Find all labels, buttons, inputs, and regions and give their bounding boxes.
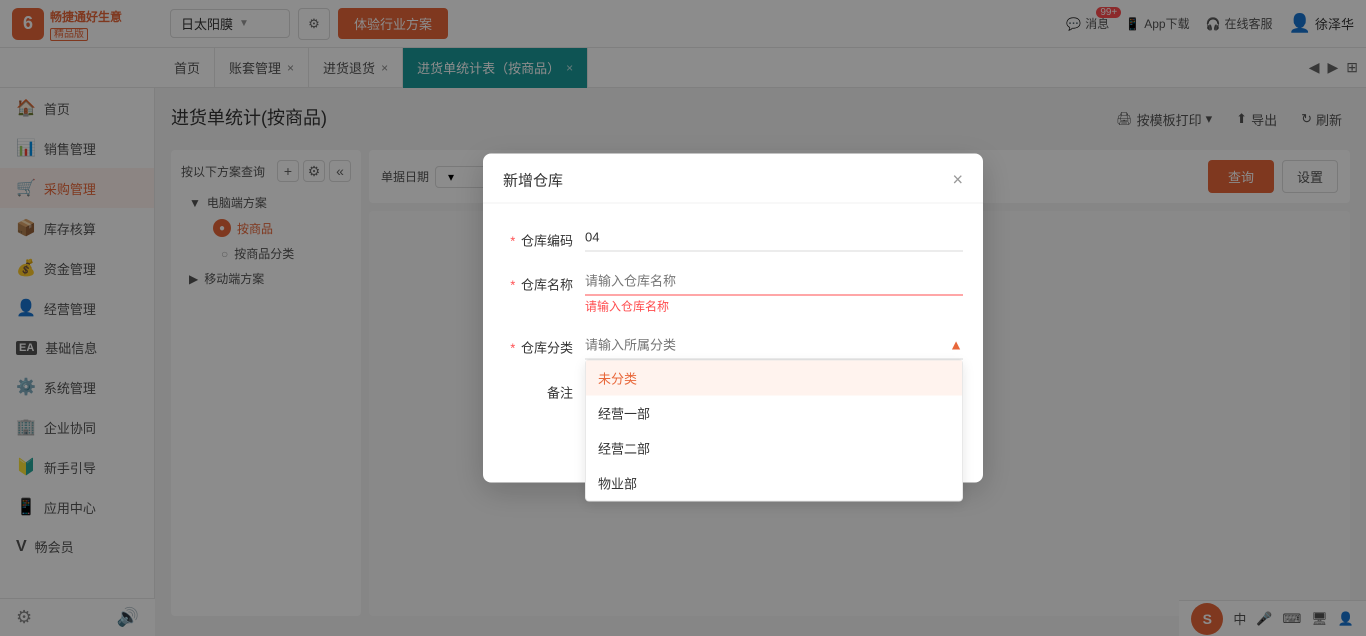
dropdown-item-dept3[interactable]: 物业部 [586, 466, 962, 501]
dialog-close-button[interactable]: × [952, 170, 963, 191]
dropdown-item-dept2[interactable]: 经营二部 [586, 431, 962, 466]
code-field-row: * 仓库编码 [503, 224, 963, 252]
code-control [585, 224, 963, 252]
category-arrow-icon[interactable]: ▲ [949, 337, 963, 353]
dialog-body: * 仓库编码 * 仓库名称 请输入仓库名称 * 仓库分类 [483, 204, 983, 404]
add-warehouse-dialog: 新增仓库 × * 仓库编码 * 仓库名称 请输入仓库名称 [483, 154, 983, 483]
code-label: * 仓库编码 [503, 224, 573, 250]
name-label: * 仓库名称 [503, 268, 573, 294]
category-control: ▲ 未分类 经营一部 经营二部 物业部 [585, 331, 963, 360]
name-required: * [510, 278, 515, 293]
code-input[interactable] [585, 224, 963, 252]
category-label: * 仓库分类 [503, 331, 573, 357]
dropdown-item-uncategorized[interactable]: 未分类 [586, 361, 962, 396]
name-input[interactable] [585, 268, 963, 296]
dialog-title: 新增仓库 [503, 170, 563, 191]
dropdown-item-dept1[interactable]: 经营一部 [586, 396, 962, 431]
category-input-row: ▲ [585, 331, 963, 360]
note-label: 备注 [503, 376, 573, 402]
name-control: 请输入仓库名称 [585, 268, 963, 315]
category-input[interactable] [585, 337, 949, 352]
name-error-msg: 请输入仓库名称 [585, 298, 963, 315]
category-field-row: * 仓库分类 ▲ 未分类 经营一部 经营二部 物业部 [503, 331, 963, 360]
code-required: * [510, 234, 515, 249]
name-field-row: * 仓库名称 请输入仓库名称 [503, 268, 963, 315]
category-dropdown: 未分类 经营一部 经营二部 物业部 [585, 360, 963, 502]
dialog-header: 新增仓库 × [483, 154, 983, 204]
category-required: * [510, 341, 515, 356]
